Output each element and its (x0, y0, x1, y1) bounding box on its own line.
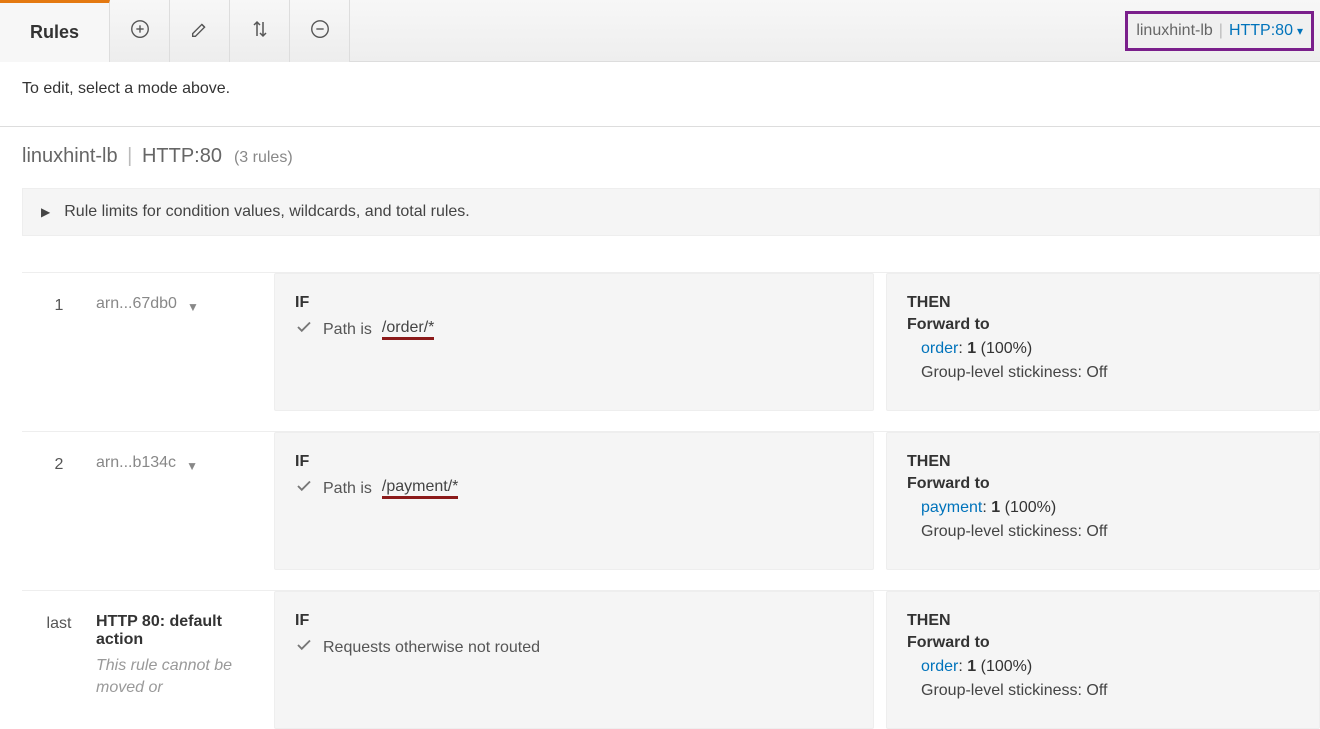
rule-then-panel: THEN Forward to payment: 1 (100%) Group-… (886, 432, 1320, 570)
target-weight: 1 (967, 658, 976, 675)
forward-to-label: Forward to (907, 475, 1299, 493)
rules-tab[interactable]: Rules (0, 0, 110, 62)
rule-arn-text: arn...67db0 (96, 295, 177, 313)
rule-row: 1 arn...67db0 ▼ IF Path is /order/* THEN… (22, 272, 1320, 411)
rule-then-panel: THEN Forward to order: 1 (100%) Group-le… (886, 591, 1320, 729)
check-icon (295, 636, 313, 659)
delete-rule-button[interactable] (290, 0, 350, 62)
plus-circle-icon (129, 18, 151, 43)
breadcrumb-selector[interactable]: linuxhint-lb | HTTP:80 ▾ (1125, 11, 1314, 51)
rule-arn-text: arn...b134c (96, 454, 176, 472)
reorder-rules-button[interactable] (230, 0, 290, 62)
rule-index: 1 (22, 273, 96, 411)
target-weight: 1 (967, 340, 976, 357)
rule-arn-dropdown[interactable]: arn...b134c ▼ (96, 432, 274, 570)
stickiness-text: Group-level stickiness: Off (907, 682, 1299, 700)
condition-text: Requests otherwise not routed (323, 639, 540, 657)
rule-row: last HTTP 80: default action This rule c… (22, 590, 1320, 729)
breadcrumb-listener: HTTP:80 (1229, 22, 1293, 40)
rule-if-panel: IF Requests otherwise not routed (274, 591, 874, 729)
last-rule-info: HTTP 80: default action This rule cannot… (96, 591, 274, 729)
breadcrumb-separator: | (1219, 22, 1223, 40)
if-label: IF (295, 294, 853, 312)
chevron-down-icon: ▾ (1297, 24, 1303, 38)
minus-circle-icon (309, 18, 331, 43)
rule-limits-text: Rule limits for condition values, wildca… (64, 203, 470, 221)
rule-index: 2 (22, 432, 96, 570)
then-label: THEN (907, 612, 1299, 630)
target-weight: 1 (991, 499, 1000, 516)
edit-rule-button[interactable] (170, 0, 230, 62)
target-percent: (100%) (981, 658, 1033, 675)
forward-to-label: Forward to (907, 316, 1299, 334)
check-icon (295, 477, 313, 500)
rule-arn-dropdown[interactable]: arn...67db0 ▼ (96, 273, 274, 411)
breadcrumb-lb-name: linuxhint-lb (1136, 22, 1212, 40)
default-action-note: This rule cannot be moved or (96, 655, 266, 700)
title-lb-name: linuxhint-lb (22, 145, 118, 167)
target-group-link[interactable]: order (921, 658, 958, 675)
title-listener: HTTP:80 (142, 145, 222, 167)
rule-if-panel: IF Path is /payment/* (274, 432, 874, 570)
then-label: THEN (907, 453, 1299, 471)
target-group-link[interactable]: order (921, 340, 958, 357)
rule-index: last (22, 591, 96, 729)
caret-down-icon: ▼ (187, 300, 199, 314)
then-label: THEN (907, 294, 1299, 312)
caret-right-icon: ▶ (41, 205, 50, 219)
pencil-icon (189, 18, 211, 43)
default-action-title: HTTP 80: default action (96, 613, 266, 649)
add-rule-button[interactable] (110, 0, 170, 62)
caret-down-icon: ▼ (186, 459, 198, 473)
stickiness-text: Group-level stickiness: Off (907, 523, 1299, 541)
condition-path: /order/* (382, 319, 434, 340)
condition-prefix: Path is (323, 321, 372, 339)
if-label: IF (295, 453, 853, 471)
target-percent: (100%) (1005, 499, 1057, 516)
check-icon (295, 318, 313, 341)
rule-limits-banner[interactable]: ▶ Rule limits for condition values, wild… (22, 188, 1320, 236)
rule-then-panel: THEN Forward to order: 1 (100%) Group-le… (886, 273, 1320, 411)
target-percent: (100%) (981, 340, 1033, 357)
stickiness-text: Group-level stickiness: Off (907, 364, 1299, 382)
reorder-icon (248, 17, 272, 44)
edit-hint-message: To edit, select a mode above. (0, 62, 1320, 127)
condition-path: /payment/* (382, 478, 458, 499)
rules-tab-label: Rules (30, 22, 79, 43)
target-group-link[interactable]: payment (921, 499, 982, 516)
rule-if-panel: IF Path is /order/* (274, 273, 874, 411)
condition-prefix: Path is (323, 480, 372, 498)
page-title: linuxhint-lb | HTTP:80 (22, 145, 222, 168)
toolbar: Rules linuxhint-lb | HTTP:80 ▾ (0, 0, 1320, 62)
rules-count: (3 rules) (234, 149, 293, 167)
if-label: IF (295, 612, 853, 630)
forward-to-label: Forward to (907, 634, 1299, 652)
rule-row: 2 arn...b134c ▼ IF Path is /payment/* TH… (22, 431, 1320, 570)
